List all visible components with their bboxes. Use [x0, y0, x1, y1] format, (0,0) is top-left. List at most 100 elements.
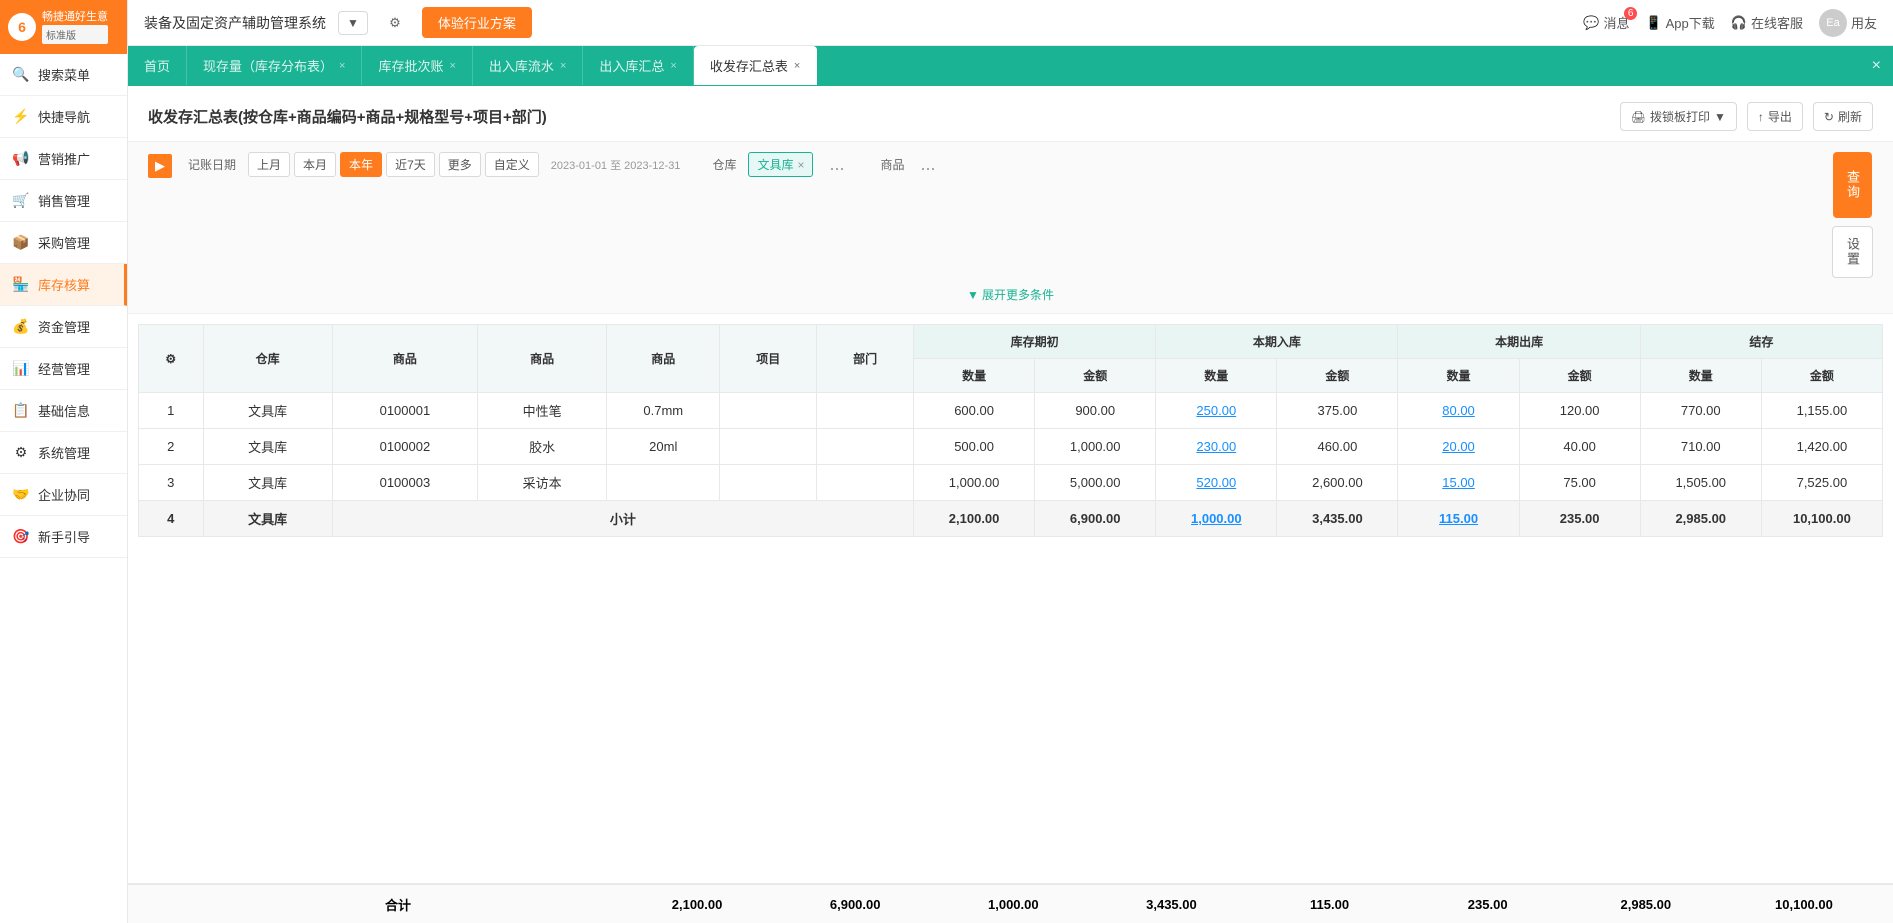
row-bal-amt: 1,420.00 — [1761, 429, 1882, 465]
settings-icon[interactable]: ⚙ — [165, 352, 176, 366]
row-code: 0100003 — [332, 465, 477, 501]
date-btn-this-year[interactable]: 本年 — [340, 152, 382, 177]
tab-close-5[interactable]: × — [794, 60, 800, 72]
app-download-item[interactable]: 📱 App下载 — [1645, 13, 1714, 32]
refresh-button[interactable]: ↻ 刷新 — [1813, 102, 1873, 131]
row-out-qty[interactable]: 80.00 — [1398, 393, 1519, 429]
subtotal-in-amt: 3,435.00 — [1277, 501, 1398, 537]
sidebar-label-system: 系统管理 — [38, 443, 90, 462]
date-btn-last-month[interactable]: 上月 — [248, 152, 290, 177]
sidebar-label-finance: 资金管理 — [38, 317, 90, 336]
out-amt-header: 金额 — [1519, 359, 1640, 393]
dropdown-arrow: ▼ — [347, 16, 359, 30]
sidebar-item-operation[interactable]: 📊经营管理 — [0, 348, 127, 390]
experience-button[interactable]: 体验行业方案 — [422, 7, 532, 38]
row-spec: 0.7mm — [607, 393, 720, 429]
tab-close-4[interactable]: × — [670, 60, 676, 72]
row-out-qty[interactable]: 15.00 — [1398, 465, 1519, 501]
sidebar-badge: 标准版 — [42, 25, 108, 44]
subtotal-out-qty[interactable]: 115.00 — [1398, 501, 1519, 537]
query-button[interactable]: 查询 — [1833, 152, 1872, 218]
row-bal-amt: 1,155.00 — [1761, 393, 1882, 429]
print-label: 拨锁板打印 — [1650, 108, 1710, 125]
print-button[interactable]: 🖨 拨锁板打印 ▼ — [1620, 102, 1737, 131]
sidebar-item-marketing[interactable]: 📢营销推广 — [0, 138, 127, 180]
quicknav-icon: ⚡ — [12, 108, 30, 126]
warehouse-tag[interactable]: 文具库 × — [748, 152, 813, 177]
tab-close-2[interactable]: × — [449, 60, 455, 72]
goods-more[interactable]: ... — [917, 154, 940, 175]
filter-expand-arrow[interactable]: ▶ — [148, 154, 172, 178]
sidebar-menu: 🔍搜索菜单⚡快捷导航📢营销推广🛒销售管理📦采购管理🏪库存核算💰资金管理📊经营管理… — [0, 54, 127, 923]
col-opening-header: 库存期初 — [914, 325, 1156, 359]
col-warehouse-header: 仓库 — [203, 325, 332, 393]
page-header: 收发存汇总表(按仓库+商品编码+商品+规格型号+项目+部门) 🖨 拨锁板打印 ▼… — [128, 86, 1893, 142]
export-label: 导出 — [1768, 108, 1792, 125]
export-button[interactable]: ↑ 导出 — [1747, 102, 1803, 131]
row-bal-qty: 710.00 — [1640, 429, 1761, 465]
warehouse-tag-close[interactable]: × — [797, 158, 804, 172]
app-download-label: App下载 — [1666, 13, 1715, 32]
col-dept-header: 部门 — [817, 325, 914, 393]
date-btn-more[interactable]: 更多 — [439, 152, 481, 177]
row-in-amt: 375.00 — [1277, 393, 1398, 429]
date-btn-this-month[interactable]: 本月 — [294, 152, 336, 177]
row-in-amt: 2,600.00 — [1277, 465, 1398, 501]
sidebar-item-enterprise[interactable]: 🤝企业协同 — [0, 474, 127, 516]
sidebar-item-sales[interactable]: 🛒销售管理 — [0, 180, 127, 222]
chevron-down-icon: ▼ — [967, 288, 979, 302]
tab-4[interactable]: 出入库汇总 × — [583, 46, 693, 85]
sidebar-item-basic[interactable]: 📋基础信息 — [0, 390, 127, 432]
sidebar-item-inventory[interactable]: 🏪库存核算 — [0, 264, 127, 306]
subtotal-in-qty[interactable]: 1,000.00 — [1156, 501, 1277, 537]
row-in-qty[interactable]: 230.00 — [1156, 429, 1277, 465]
col-balance-header: 结存 — [1640, 325, 1882, 359]
sidebar-item-quicknav[interactable]: ⚡快捷导航 — [0, 96, 127, 138]
online-service-item[interactable]: 🎧 在线客服 — [1731, 13, 1803, 32]
subtotal-bal-qty: 2,985.00 — [1640, 501, 1761, 537]
warehouse-more[interactable]: ... — [825, 154, 848, 175]
tab-5[interactable]: 收发存汇总表 × — [694, 46, 817, 85]
row-in-qty[interactable]: 520.00 — [1156, 465, 1277, 501]
warehouse-filter-label: 仓库 — [712, 156, 736, 173]
gear-button[interactable]: ⚙ — [380, 8, 410, 38]
tab-1[interactable]: 现存量（库存分布表） × — [187, 46, 362, 85]
tab-2[interactable]: 库存批次账 × — [362, 46, 472, 85]
sidebar-item-search[interactable]: 🔍搜索菜单 — [0, 54, 127, 96]
row-in-qty[interactable]: 250.00 — [1156, 393, 1277, 429]
footer-bal-qty: 2,985.00 — [1567, 897, 1725, 912]
goods-filter-label: 商品 — [881, 156, 905, 173]
headset-icon: 🎧 — [1731, 15, 1747, 31]
tab-close-3[interactable]: × — [560, 60, 566, 72]
row-out-qty[interactable]: 20.00 — [1398, 429, 1519, 465]
expand-more-button[interactable]: ▼ 展开更多条件 — [967, 286, 1054, 303]
date-btn-7days[interactable]: 近7天 — [386, 152, 435, 177]
table-footer: 合计 2,100.00 6,900.00 1,000.00 3,435.00 1… — [128, 883, 1893, 923]
expand-label: 展开更多条件 — [982, 286, 1054, 303]
sidebar-item-newbie[interactable]: 🎯新手引导 — [0, 516, 127, 558]
message-icon-item[interactable]: 💬 消息 6 — [1583, 13, 1629, 32]
footer-total-label: 合计 — [178, 895, 618, 914]
tab-0[interactable]: 首页 — [128, 46, 187, 85]
row-no: 1 — [139, 393, 204, 429]
sidebar-item-purchase[interactable]: 📦采购管理 — [0, 222, 127, 264]
page-title: 收发存汇总表(按仓库+商品编码+商品+规格型号+项目+部门) — [148, 106, 547, 127]
tab-3[interactable]: 出入库流水 × — [473, 46, 583, 85]
sidebar-label-newbie: 新手引导 — [38, 527, 90, 546]
date-btn-custom[interactable]: 自定义 — [485, 152, 539, 177]
settings-button[interactable]: 设置 — [1832, 226, 1873, 278]
sidebar-item-finance[interactable]: 💰资金管理 — [0, 306, 127, 348]
row-warehouse: 文具库 — [203, 465, 332, 501]
tab-close-1[interactable]: × — [339, 60, 345, 72]
row-project — [720, 429, 817, 465]
chevron-down-icon: ▼ — [1714, 110, 1726, 124]
user-item[interactable]: Ea 用友 — [1819, 9, 1877, 37]
tab-label-3: 出入库流水 — [489, 56, 554, 75]
sidebar-item-system[interactable]: ⚙系统管理 — [0, 432, 127, 474]
table-row: 3 文具库 0100003 采访本 1,000.00 5,000.00 520.… — [139, 465, 1883, 501]
row-code: 0100001 — [332, 393, 477, 429]
operation-icon: 📊 — [12, 360, 30, 378]
message-icon: 💬 — [1583, 15, 1599, 31]
tab-bar-close[interactable]: × — [1860, 46, 1893, 85]
system-dropdown[interactable]: ▼ — [338, 11, 368, 35]
